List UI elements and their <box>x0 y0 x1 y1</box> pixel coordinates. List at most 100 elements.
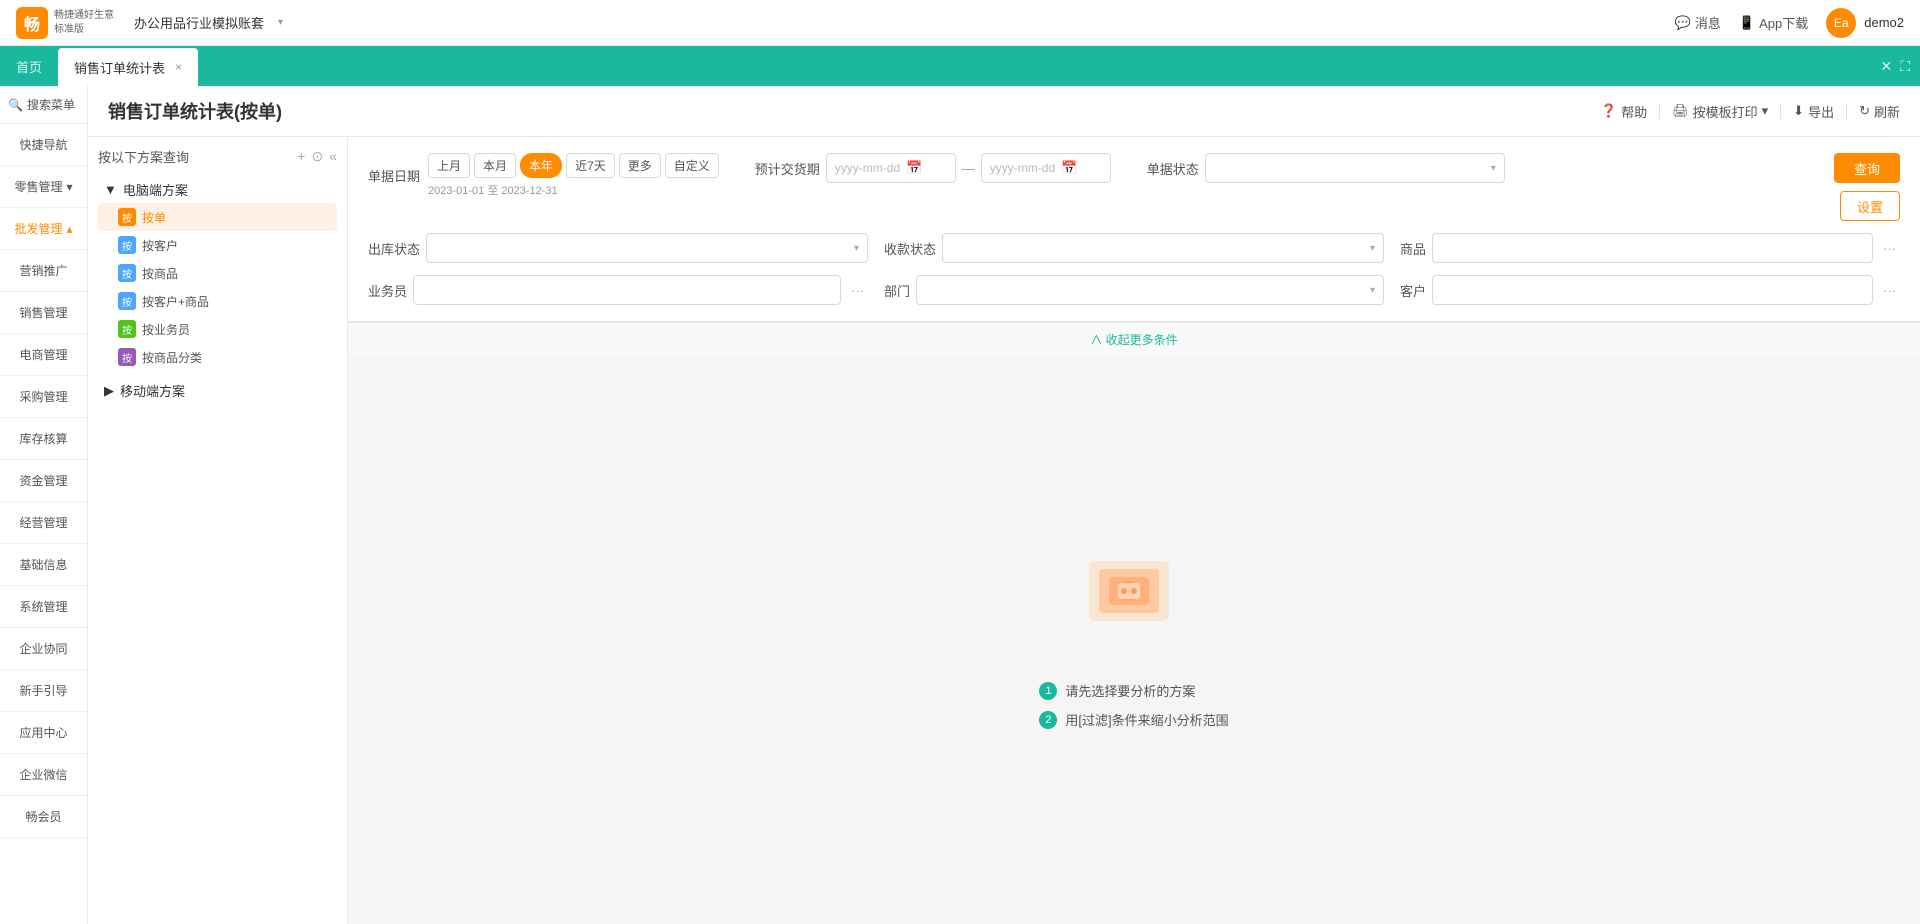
search-menu-label: 搜索菜单 <box>27 96 75 113</box>
divider3 <box>1846 103 1847 119</box>
settings-scheme-button[interactable]: ⊙ <box>311 148 323 165</box>
sidebar-item-purchase[interactable]: 采购管理 <box>0 376 87 418</box>
help-button[interactable]: ❓ 帮助 <box>1601 102 1647 121</box>
sidebar-item-newuser-label: 新手引导 <box>19 684 67 698</box>
goods-more-btn[interactable]: ··· <box>1879 237 1900 260</box>
page-header: 销售订单统计表(按单) ❓ 帮助 🖨 按模板打印 ▾ ⬇ 导出 <box>88 86 1920 137</box>
logo-char: 畅 <box>24 11 40 35</box>
scheme-item-by-category[interactable]: 按 按商品分类 <box>98 343 337 371</box>
sidebar-item-weixin[interactable]: 企业微信 <box>0 754 87 796</box>
sidebar-item-member[interactable]: 畅会员 <box>0 796 87 838</box>
date-last-7days-btn[interactable]: 近7天 <box>566 153 615 178</box>
date-custom-btn[interactable]: 自定义 <box>665 153 719 178</box>
order-status-label: 单据状态 <box>1147 159 1199 178</box>
logo-text: 畅捷通好生意标准版 <box>54 9 114 37</box>
scheme-label-by-category: 按商品分类 <box>142 349 202 366</box>
message-icon: 💬 <box>1675 15 1691 31</box>
sidebar-item-appcenter[interactable]: 应用中心 <box>0 712 87 754</box>
sidebar-item-wholesale[interactable]: 批发管理 ▴ <box>0 208 87 250</box>
sidebar-item-enterprise[interactable]: 企业协同 <box>0 628 87 670</box>
ship-status-label: 出库状态 <box>368 239 420 258</box>
expected-date-start[interactable]: yyyy-mm-dd 📅 <box>826 153 956 183</box>
top-header: 畅 畅捷通好生意标准版 办公用品行业模拟账套 ▾ 💬 消息 📱 App下载 Ea… <box>0 0 1920 46</box>
scheme-item-by-salesperson[interactable]: 按 按业务员 <box>98 315 337 343</box>
scheme-item-by-customer[interactable]: 按 按客户 <box>98 231 337 259</box>
scheme-item-by-order[interactable]: 按 按单 <box>98 203 337 231</box>
sidebar-item-ecommerce[interactable]: 电商管理 <box>0 334 87 376</box>
sidebar-item-finance[interactable]: 资金管理 <box>0 460 87 502</box>
calendar-end-icon: 📅 <box>1061 160 1077 176</box>
export-button[interactable]: ⬇ 导出 <box>1793 102 1834 121</box>
ship-status-select[interactable]: ▾ <box>426 233 868 263</box>
scheme-group-pc-header[interactable]: ▼ 电脑端方案 <box>98 176 337 203</box>
customer-more-btn[interactable]: ··· <box>1879 279 1900 302</box>
scheme-group-mobile-arrow: ▶ <box>104 383 114 399</box>
tip-num-1: 1 <box>1039 682 1057 700</box>
template-print-button[interactable]: 🖨 按模板打印 ▾ <box>1672 102 1768 121</box>
sidebar-quick-nav[interactable]: 快捷导航 <box>0 124 87 166</box>
message-button[interactable]: 💬 消息 <box>1675 13 1721 32</box>
sidebar-item-marketing[interactable]: 营销推广 <box>0 250 87 292</box>
inner-layout: 按以下方案查询 + ⊙ « ▼ 电脑端方案 按 按单 <box>88 137 1920 924</box>
settings-button[interactable]: 设置 <box>1840 191 1900 221</box>
logo-icon: 畅 <box>16 7 48 39</box>
collect-status-label: 收款状态 <box>884 239 936 258</box>
collapse-panel-button[interactable]: « <box>329 148 337 165</box>
date-last-month-btn[interactable]: 上月 <box>428 153 470 178</box>
search-btn-label: 查询 <box>1854 159 1880 178</box>
date-this-year-btn[interactable]: 本年 <box>520 153 562 178</box>
order-date-label: 单据日期 <box>368 166 420 185</box>
customer-input[interactable] <box>1432 275 1873 305</box>
quick-nav-label: 快捷导航 <box>19 138 67 152</box>
salesperson-input[interactable] <box>413 275 841 305</box>
sidebar-item-retail[interactable]: 零售管理 ▾ <box>0 166 87 208</box>
help-label: 帮助 <box>1621 102 1647 121</box>
collect-status-select[interactable]: ▾ <box>942 233 1384 263</box>
scheme-item-by-goods[interactable]: 按 按商品 <box>98 259 337 287</box>
collapse-more-conditions[interactable]: ∧ 收起更多条件 <box>348 322 1920 356</box>
close-tab-action[interactable]: ✕ <box>1880 58 1892 75</box>
add-scheme-button[interactable]: + <box>297 148 305 165</box>
salesperson-label: 业务员 <box>368 281 407 300</box>
department-select[interactable]: ▾ <box>916 275 1384 305</box>
scheme-group-mobile-header[interactable]: ▶ 移动端方案 <box>98 377 337 404</box>
sidebar-item-system[interactable]: 系统管理 <box>0 586 87 628</box>
salesperson-more-btn[interactable]: ··· <box>847 279 868 302</box>
left-panel: 按以下方案查询 + ⊙ « ▼ 电脑端方案 按 按单 <box>88 137 348 924</box>
left-panel-title: 按以下方案查询 <box>98 147 189 166</box>
tab-sales-stats[interactable]: 销售订单统计表 × <box>58 48 198 86</box>
sidebar-item-management[interactable]: 经营管理 <box>0 502 87 544</box>
tab-home[interactable]: 首页 <box>0 46 58 86</box>
sidebar-item-sales[interactable]: 销售管理 <box>0 292 87 334</box>
scheme-item-by-customer-goods[interactable]: 按 按客户+商品 <box>98 287 337 315</box>
search-menu-item[interactable]: 🔍 搜索菜单 <box>0 86 87 124</box>
sidebar-item-inventory-label: 库存核算 <box>19 432 67 446</box>
scheme-label-by-salesperson: 按业务员 <box>142 321 190 338</box>
message-label: 消息 <box>1695 13 1721 32</box>
tab-home-label: 首页 <box>16 57 42 76</box>
filter-area: 单据日期 上月 本月 本年 近7天 更多 自定义 20 <box>348 137 1920 322</box>
sidebar-item-finance-label: 资金管理 <box>19 474 67 488</box>
tab-sales-stats-label: 销售订单统计表 <box>74 58 165 77</box>
expand-tab-action[interactable]: ⛶ <box>1900 58 1910 75</box>
scheme-icon-by-category: 按 <box>118 348 136 366</box>
goods-select[interactable] <box>1432 233 1873 263</box>
title-dropdown-arrow[interactable]: ▾ <box>278 17 283 28</box>
expected-date-end[interactable]: yyyy-mm-dd 📅 <box>981 153 1111 183</box>
refresh-button[interactable]: ↻ 刷新 <box>1859 102 1900 121</box>
app-download-button[interactable]: 📱 App下载 <box>1739 13 1808 32</box>
tip-text-1: 请先选择要分析的方案 <box>1065 681 1195 700</box>
search-button[interactable]: 查询 <box>1834 153 1900 183</box>
date-range-text: 2023-01-01 至 2023-12-31 <box>428 182 719 198</box>
user-area[interactable]: Ea demo2 <box>1826 8 1904 38</box>
sidebar-item-retail-label: 零售管理 <box>14 178 62 195</box>
empty-tip-1: 1 请先选择要分析的方案 <box>1039 681 1228 700</box>
sidebar-item-newuser[interactable]: 新手引导 <box>0 670 87 712</box>
sidebar-item-inventory[interactable]: 库存核算 <box>0 418 87 460</box>
date-this-month-btn[interactable]: 本月 <box>474 153 516 178</box>
sidebar-item-basic[interactable]: 基础信息 <box>0 544 87 586</box>
order-status-select[interactable]: ▾ <box>1205 153 1505 183</box>
date-more-btn[interactable]: 更多 <box>619 153 661 178</box>
avatar: Ea <box>1826 8 1856 38</box>
tab-close-icon[interactable]: × <box>175 60 182 74</box>
